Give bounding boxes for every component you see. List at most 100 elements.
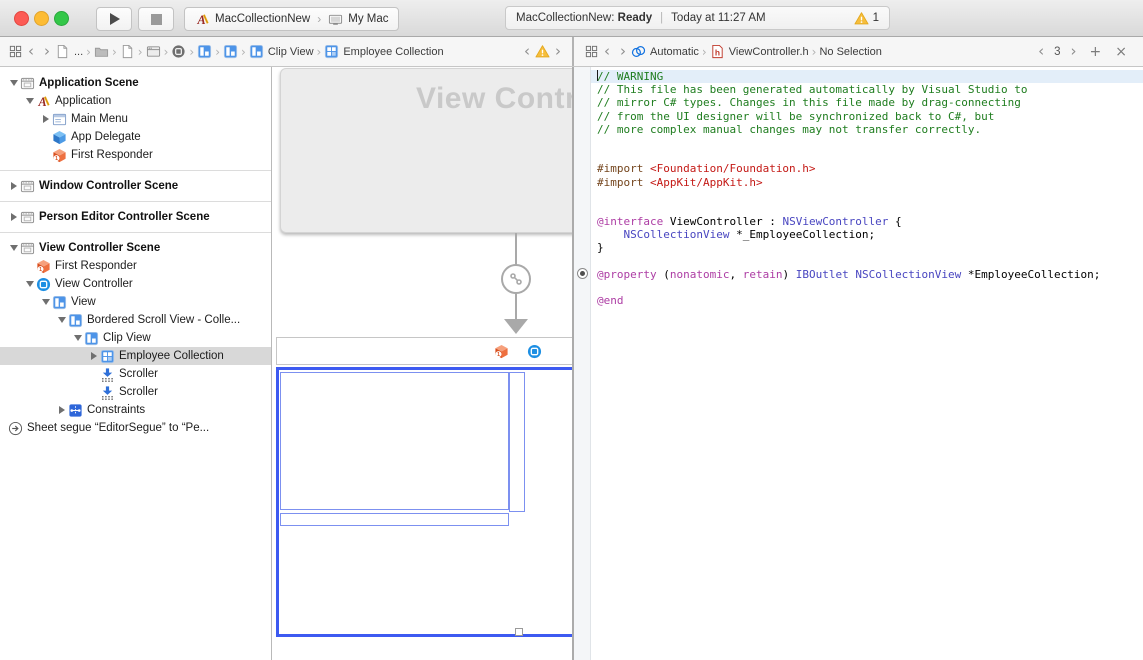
- jumpbar-crumb[interactable]: ...: [55, 44, 83, 59]
- next-counterpart-button[interactable]: ›: [1066, 44, 1082, 59]
- forward-button[interactable]: ›: [39, 44, 55, 59]
- code-line[interactable]: @end: [591, 294, 1143, 307]
- outline-row[interactable]: Scroller: [0, 383, 271, 401]
- view-controller-icon[interactable]: [527, 344, 542, 359]
- code-line[interactable]: [591, 202, 1143, 215]
- horizontal-scroller[interactable]: [280, 513, 509, 526]
- disclosure-triangle[interactable]: [24, 281, 36, 287]
- outline-row[interactable]: View Controller Scene: [0, 239, 271, 257]
- back-button[interactable]: ‹: [23, 44, 39, 59]
- segue-icon[interactable]: [501, 264, 531, 294]
- outline-row[interactable]: View: [0, 293, 271, 311]
- view-icon: [249, 44, 264, 59]
- scheme-selector[interactable]: A MacCollectionNew › My Mac: [184, 7, 399, 31]
- warning-icon[interactable]: [854, 11, 869, 26]
- outline-row[interactable]: Window Controller Scene: [0, 177, 271, 195]
- code-line[interactable]: // WARNING: [591, 70, 1143, 83]
- next-issue-button[interactable]: ›: [550, 44, 566, 59]
- code-editor[interactable]: // WARNING// This file has been generate…: [574, 67, 1143, 660]
- outline-row[interactable]: 1First Responder: [0, 146, 271, 164]
- jumpbar-selection[interactable]: No Selection: [819, 46, 881, 58]
- run-button[interactable]: [96, 7, 132, 31]
- warning-icon[interactable]: [535, 44, 550, 59]
- jumpbar-file[interactable]: h ViewController.h: [710, 44, 809, 59]
- outline-row[interactable]: Sheet segue “EditorSegue” to “Pe...: [0, 419, 271, 437]
- code-line[interactable]: @property (nonatomic, retain) IBOutlet N…: [591, 268, 1143, 281]
- code-area[interactable]: // WARNING// This file has been generate…: [591, 70, 1143, 307]
- stop-button[interactable]: [138, 7, 174, 31]
- warning-count[interactable]: 1: [873, 12, 879, 24]
- disclosure-triangle[interactable]: [72, 335, 84, 341]
- disclosure-triangle[interactable]: [56, 317, 68, 323]
- disclosure-triangle[interactable]: [8, 182, 20, 190]
- jumpbar-crumb[interactable]: [146, 44, 161, 59]
- code-line[interactable]: // This file has been generated automati…: [591, 83, 1143, 96]
- outline-row[interactable]: 1First Responder: [0, 257, 271, 275]
- related-items-icon[interactable]: [8, 44, 23, 59]
- jumpbar-crumb[interactable]: Clip View: [249, 44, 314, 59]
- outline-row[interactable]: View Controller: [0, 275, 271, 293]
- code-line[interactable]: #import <Foundation/Foundation.h>: [591, 162, 1143, 175]
- disclosure-triangle[interactable]: [56, 406, 68, 414]
- jumpbar-crumb[interactable]: [171, 44, 186, 59]
- outline-row[interactable]: Clip View: [0, 329, 271, 347]
- disclosure-triangle[interactable]: [40, 299, 52, 305]
- disclosure-triangle[interactable]: [8, 245, 20, 251]
- code-line[interactable]: }: [591, 241, 1143, 254]
- disclosure-triangle[interactable]: [88, 352, 100, 360]
- code-line[interactable]: // from the UI designer will be synchron…: [591, 110, 1143, 123]
- code-line[interactable]: [591, 149, 1143, 162]
- jumpbar-crumb[interactable]: [94, 44, 109, 59]
- prev-issue-button[interactable]: ‹: [519, 44, 535, 59]
- code-line[interactable]: NSCollectionView *_EmployeeCollection;: [591, 228, 1143, 241]
- code-line[interactable]: [591, 189, 1143, 202]
- add-editor-button[interactable]: +: [1084, 44, 1108, 60]
- code-line[interactable]: // mirror C# types. Changes in this file…: [591, 96, 1143, 109]
- view-controller-scene-box[interactable]: View Controller: [280, 68, 572, 233]
- outline-row[interactable]: Bordered Scroll View - Colle...: [0, 311, 271, 329]
- outline-row[interactable]: Application Scene: [0, 74, 271, 92]
- resize-handle[interactable]: [515, 628, 523, 636]
- disclosure-triangle[interactable]: [40, 115, 52, 123]
- back-button[interactable]: ‹: [599, 44, 615, 59]
- outlet-connection-well[interactable]: [577, 268, 588, 279]
- code-line[interactable]: @interface ViewController : NSViewContro…: [591, 215, 1143, 228]
- outline-row[interactable]: App Delegate: [0, 128, 271, 146]
- editor-divider[interactable]: [572, 37, 574, 66]
- outline-row[interactable]: Employee Collection: [0, 347, 271, 365]
- code-line[interactable]: #import <AppKit/AppKit.h>: [591, 176, 1143, 189]
- minimize-button[interactable]: [34, 11, 49, 26]
- code-token: *EmployeeCollection;: [961, 268, 1100, 281]
- employee-collection-view[interactable]: [276, 367, 572, 637]
- related-items-icon[interactable]: [584, 44, 599, 59]
- close-editor-button[interactable]: ×: [1109, 44, 1133, 60]
- jumpbar-crumb[interactable]: [197, 44, 212, 59]
- outline-row[interactable]: Constraints: [0, 401, 271, 419]
- scene-dock: 1: [276, 337, 572, 365]
- code-line[interactable]: [591, 255, 1143, 268]
- zoom-button[interactable]: [54, 11, 69, 26]
- close-button[interactable]: [14, 11, 29, 26]
- outline-row[interactable]: Main Menu: [0, 110, 271, 128]
- code-line[interactable]: [591, 136, 1143, 149]
- jumpbar-crumb[interactable]: [223, 44, 238, 59]
- outline-row[interactable]: Person Editor Controller Scene: [0, 208, 271, 226]
- disclosure-triangle[interactable]: [8, 213, 20, 221]
- jumpbar-mode[interactable]: Automatic: [631, 44, 699, 59]
- collection-content-area[interactable]: [280, 372, 509, 510]
- chevron-right-icon: ›: [215, 45, 220, 59]
- outline-row[interactable]: AApplication: [0, 92, 271, 110]
- jumpbar-crumb[interactable]: [120, 44, 135, 59]
- disclosure-triangle[interactable]: [24, 98, 36, 104]
- outline-row[interactable]: Scroller: [0, 365, 271, 383]
- jumpbar-crumb[interactable]: Employee Collection: [324, 44, 443, 59]
- code-line[interactable]: [591, 281, 1143, 294]
- vertical-scroller[interactable]: [509, 372, 525, 512]
- disclosure-triangle[interactable]: [8, 80, 20, 86]
- ib-canvas[interactable]: View Controller 1: [272, 67, 572, 660]
- code-line[interactable]: // more complex manual changes may not t…: [591, 123, 1143, 136]
- first-responder-icon[interactable]: 1: [494, 344, 509, 359]
- forward-button[interactable]: ›: [615, 44, 631, 59]
- prev-counterpart-button[interactable]: ‹: [1033, 44, 1049, 59]
- ib-jump-bar: ‹ › ...›››››››Clip View›Employee Collect…: [0, 37, 572, 66]
